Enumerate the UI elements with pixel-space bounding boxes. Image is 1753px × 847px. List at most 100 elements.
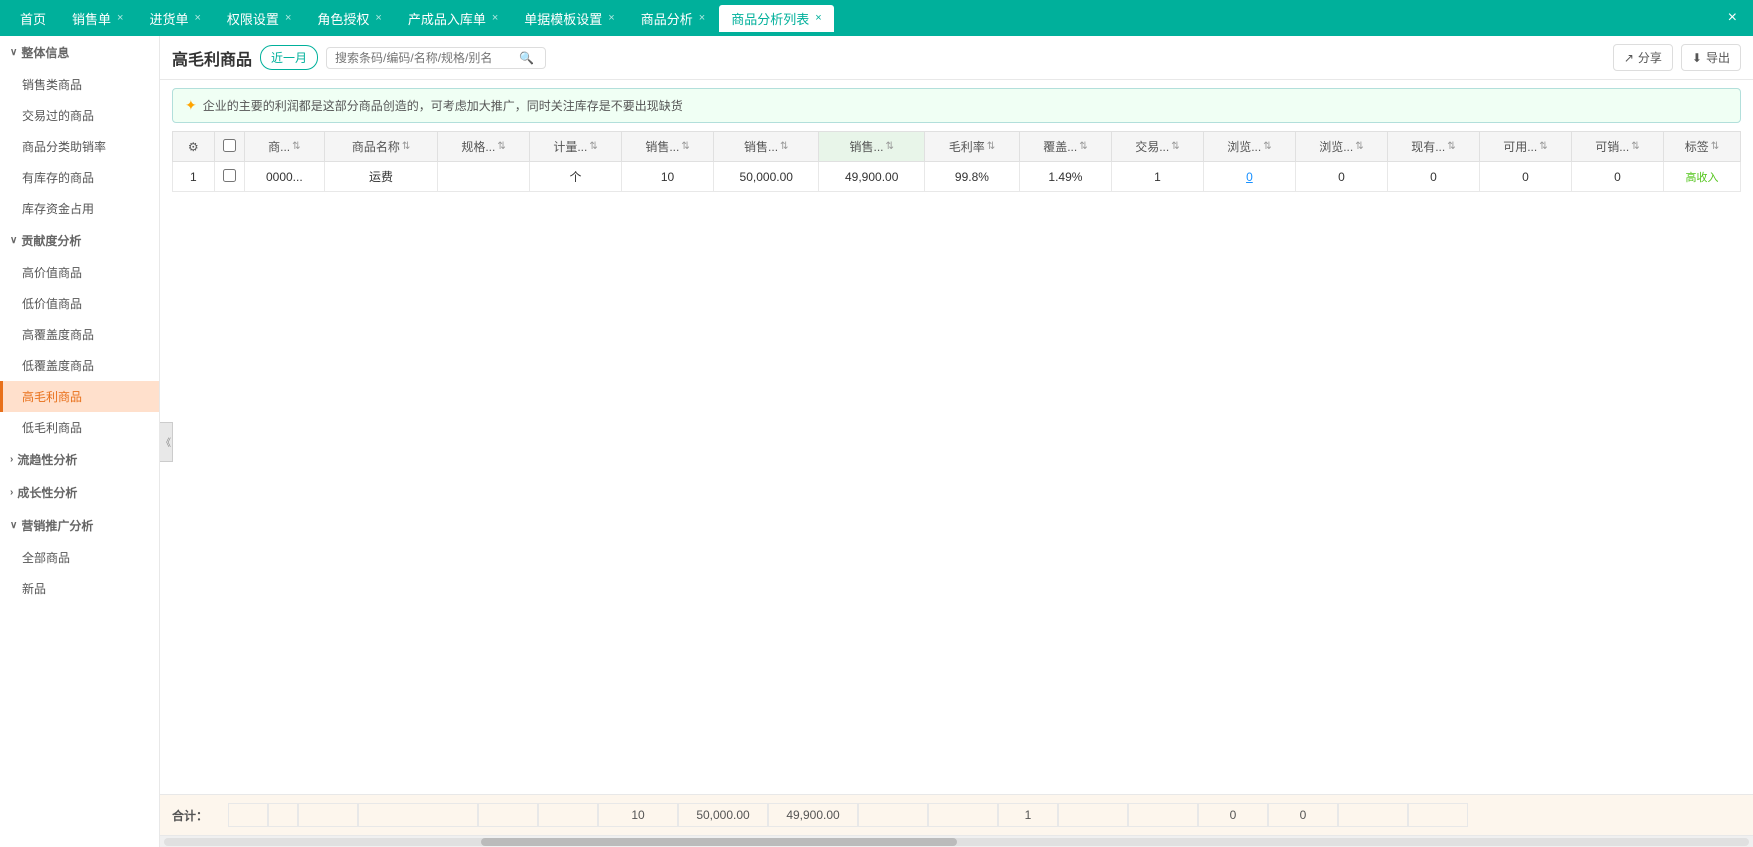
footer-current-qty: 0 (1198, 803, 1268, 827)
nav-template[interactable]: 单据模板设置 × (512, 5, 626, 32)
sidebar-group-marketing[interactable]: ∨ 营销推广分析 (0, 509, 159, 542)
col-transactions[interactable]: 交易... ⇅ (1111, 132, 1203, 162)
nav-production-close[interactable]: × (492, 12, 498, 24)
nav-permission-close[interactable]: × (285, 12, 291, 24)
row-checkbox[interactable] (214, 162, 244, 192)
sort-icon: ⇅ (1631, 141, 1639, 152)
col-settings[interactable]: ⚙ (173, 132, 215, 162)
nav-role[interactable]: 角色授权 × (305, 5, 393, 32)
sidebar-group-contribution[interactable]: ∨ 贡献度分析 (0, 224, 159, 257)
row-saleable: 0 (1571, 162, 1663, 192)
nav-role-close[interactable]: × (375, 12, 381, 24)
footer-empty11 (1338, 803, 1408, 827)
row-browse1[interactable]: 0 (1203, 162, 1295, 192)
sidebar: ∨ 整体信息 销售类商品 交易过的商品 商品分类助销率 有库存的商品 库存资金占… (0, 36, 160, 847)
row-tag: 高收入 (1663, 162, 1740, 192)
footer-cells: 10 50,000.00 49,900.00 1 0 0 (228, 803, 1741, 827)
nav-analytics-list[interactable]: 商品分析列表 × (719, 5, 833, 32)
search-icon[interactable]: 🔍 (519, 51, 534, 65)
nav-template-close[interactable]: × (608, 12, 614, 24)
col-browse1[interactable]: 浏览... ⇅ (1203, 132, 1295, 162)
nav-permission[interactable]: 权限设置 × (215, 5, 303, 32)
nav-sales-label: 销售单 (72, 9, 111, 28)
sidebar-item-high-coverage[interactable]: 高覆盖度商品 (0, 319, 159, 350)
nav-purchase[interactable]: 进货单 × (137, 5, 212, 32)
sort-icon: ⇅ (681, 141, 689, 152)
row-available: 0 (1479, 162, 1571, 192)
sidebar-item-low-margin[interactable]: 低毛利商品 (0, 412, 159, 443)
share-button[interactable]: ↗ 分享 (1613, 44, 1673, 71)
contribution-group-label: 贡献度分析 (21, 232, 81, 249)
overall-group-label: 整体信息 (21, 44, 69, 61)
col-saleable[interactable]: 可销... ⇅ (1571, 132, 1663, 162)
sidebar-item-stock-capital[interactable]: 库存资金占用 (0, 193, 159, 224)
row-select-checkbox[interactable] (223, 169, 236, 182)
sort-icon: ⇅ (402, 141, 410, 152)
col-spec[interactable]: 规格... ⇅ (438, 132, 530, 162)
nav-purchase-close[interactable]: × (194, 12, 200, 24)
nav-role-label: 角色授权 (317, 9, 369, 28)
col-code[interactable]: 商... ⇅ (244, 132, 324, 162)
nav-analytics-close[interactable]: × (699, 12, 705, 24)
nav-production[interactable]: 产成品入库单 × (396, 5, 510, 32)
sort-icon: ⇅ (589, 141, 597, 152)
sort-icon: ⇅ (1355, 141, 1363, 152)
scrollbar-thumb[interactable] (481, 838, 957, 846)
nav-permission-label: 权限设置 (227, 9, 279, 28)
search-input[interactable] (335, 51, 515, 65)
col-name[interactable]: 商品名称 ⇅ (325, 132, 438, 162)
window-close-button[interactable]: × (1720, 9, 1745, 27)
sidebar-group-overall[interactable]: ∨ 整体信息 (0, 36, 159, 69)
col-sales-qty[interactable]: 销售... ⇅ (622, 132, 714, 162)
nav-sales[interactable]: 销售单 × (60, 5, 135, 32)
footer-empty3 (298, 803, 358, 827)
footer-empty5 (478, 803, 538, 827)
table-container[interactable]: ⚙ 商... ⇅ 商品名称 (172, 131, 1741, 794)
row-sales-profit: 49,900.00 (819, 162, 924, 192)
col-checkbox[interactable] (214, 132, 244, 162)
sidebar-item-high-margin[interactable]: 高毛利商品 (0, 381, 159, 412)
select-all-checkbox[interactable] (223, 139, 236, 152)
export-button[interactable]: ⬇ 导出 (1681, 44, 1741, 71)
sidebar-group-trend[interactable]: › 流趋性分析 (0, 443, 159, 476)
sidebar-item-high-value[interactable]: 高价值商品 (0, 257, 159, 288)
data-table: ⚙ 商... ⇅ 商品名称 (172, 131, 1741, 192)
sidebar-item-new-goods[interactable]: 新品 (0, 573, 159, 604)
sidebar-collapse-button[interactable]: 《 (160, 422, 173, 462)
sort-icon: ⇅ (292, 141, 300, 152)
marketing-arrow-icon: ∨ (10, 520, 17, 531)
col-browse2[interactable]: 浏览... ⇅ (1295, 132, 1387, 162)
col-gross-margin[interactable]: 毛利率 ⇅ (924, 132, 1019, 162)
sort-icon: ⇅ (1711, 141, 1719, 152)
footer-empty10 (1128, 803, 1198, 827)
sidebar-item-all-goods[interactable]: 全部商品 (0, 542, 159, 573)
main-layout: ∨ 整体信息 销售类商品 交易过的商品 商品分类助销率 有库存的商品 库存资金占… (0, 36, 1753, 847)
sort-icon: ⇅ (1539, 141, 1547, 152)
nav-sales-close[interactable]: × (117, 12, 123, 24)
col-current-qty[interactable]: 现有... ⇅ (1387, 132, 1479, 162)
nav-home-label: 首页 (20, 9, 46, 28)
sidebar-item-category-rate[interactable]: 商品分类助销率 (0, 131, 159, 162)
growth-group-label: 成长性分析 (17, 484, 77, 501)
col-unit[interactable]: 计量... ⇅ (530, 132, 622, 162)
horizontal-scrollbar[interactable] (160, 835, 1753, 847)
sort-icon: ⇅ (780, 141, 788, 152)
table-row[interactable]: 1 0000... 运费 个 10 50,000.00 49,900.00 99… (173, 162, 1741, 192)
sidebar-item-sales-goods[interactable]: 销售类商品 (0, 69, 159, 100)
filter-recent-month-button[interactable]: 近一月 (260, 45, 318, 70)
col-sales-profit[interactable]: 销售... ⇅ (819, 132, 924, 162)
nav-analytics-list-close[interactable]: × (815, 12, 821, 24)
table-header-row: ⚙ 商... ⇅ 商品名称 (173, 132, 1741, 162)
col-coverage[interactable]: 覆盖... ⇅ (1019, 132, 1111, 162)
sidebar-item-low-value[interactable]: 低价值商品 (0, 288, 159, 319)
sidebar-item-traded-goods[interactable]: 交易过的商品 (0, 100, 159, 131)
nav-analytics[interactable]: 商品分析 × (629, 5, 717, 32)
nav-home[interactable]: 首页 (8, 5, 58, 32)
col-sales-amt[interactable]: 销售... ⇅ (714, 132, 819, 162)
sidebar-item-low-coverage[interactable]: 低覆盖度商品 (0, 350, 159, 381)
col-tag[interactable]: 标签 ⇅ (1663, 132, 1740, 162)
sidebar-group-growth[interactable]: › 成长性分析 (0, 476, 159, 509)
col-available[interactable]: 可用... ⇅ (1479, 132, 1571, 162)
scrollbar-track[interactable] (164, 838, 1749, 846)
sidebar-item-in-stock[interactable]: 有库存的商品 (0, 162, 159, 193)
